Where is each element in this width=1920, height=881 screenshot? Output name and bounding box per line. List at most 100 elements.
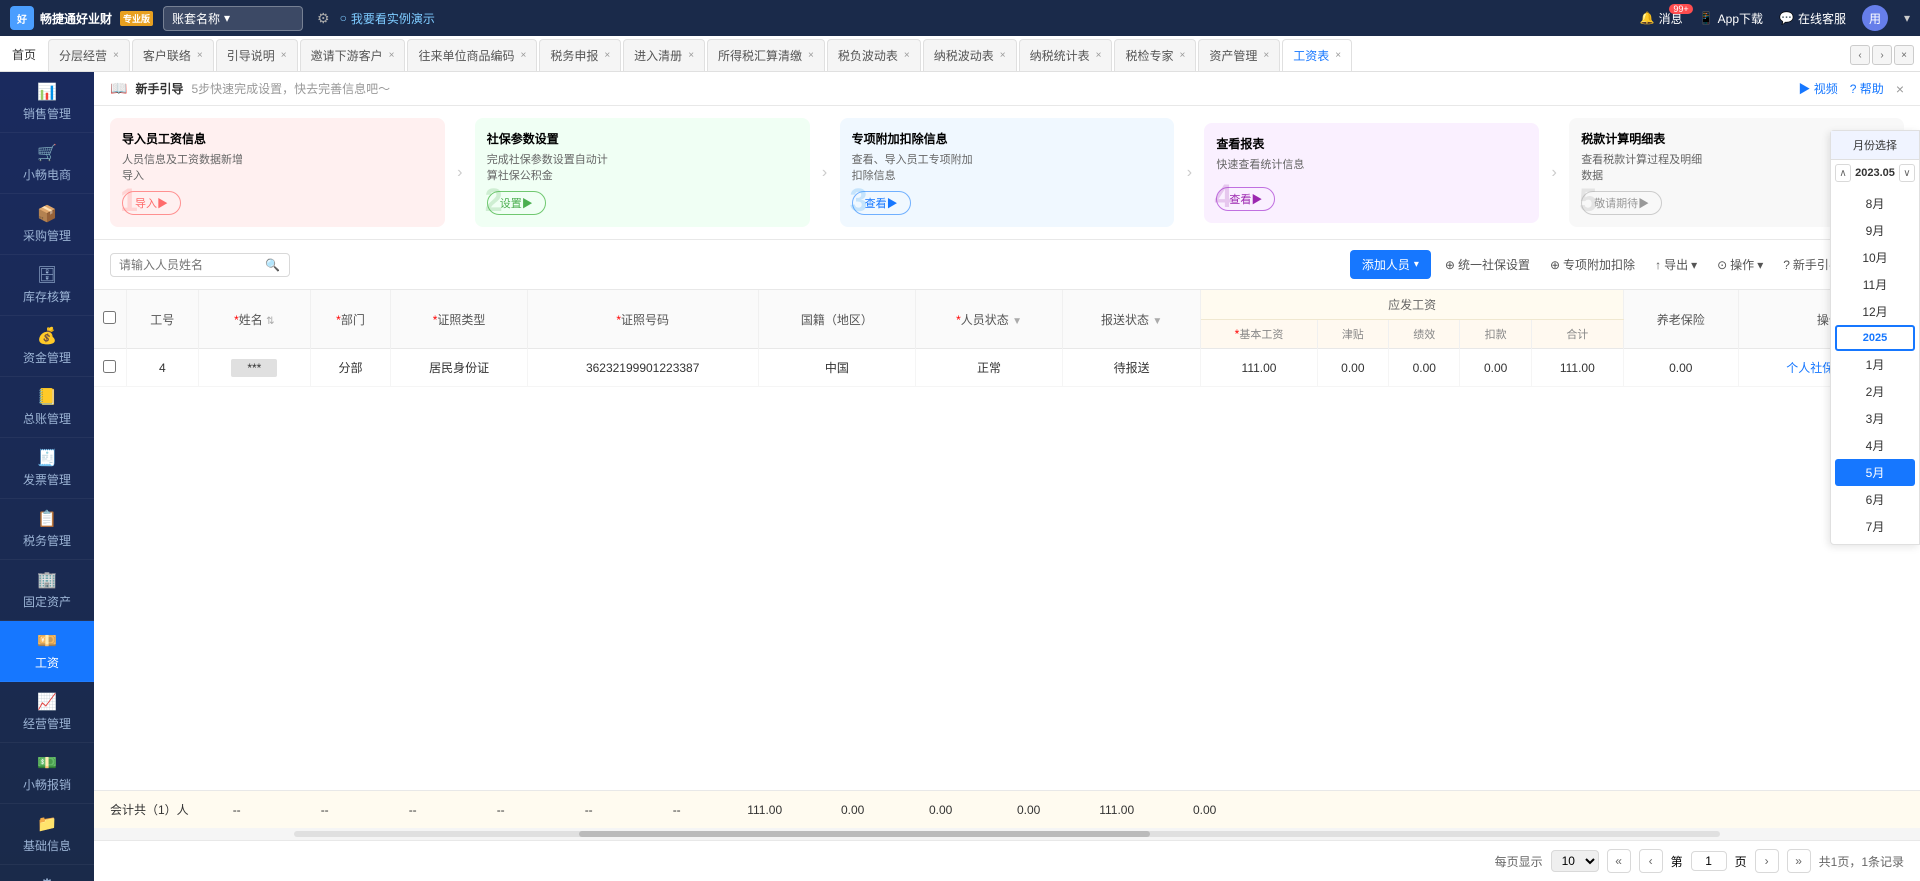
sidebar-item-固定资产[interactable]: 🏢 固定资产 [0,560,94,621]
sidebar-item-资金管理[interactable]: 💰 资金管理 [0,316,94,377]
month-8[interactable]: 8月 [1835,190,1915,217]
settings-icon[interactable]: ⚙ [317,10,330,27]
report-filter-icon[interactable]: ▼ [1152,316,1162,327]
sidebar-item-系统管理[interactable]: ⚙ 系统管理 [0,865,94,881]
close-tab-纳税统计[interactable]: × [1096,40,1102,72]
close-tab-所得税[interactable]: × [808,40,814,72]
month-12[interactable]: 12月 [1835,298,1915,325]
horizontal-scrollbar[interactable] [94,828,1920,840]
table-body: 4 *** 分部 居民身份证 36232199901223387 中国 正常 待… [94,349,1920,387]
sidebar-item-经营管理[interactable]: 📈 经营管理 [0,682,94,743]
tab-home[interactable]: 首页 [0,39,48,71]
close-tab-进入清册[interactable]: × [688,40,694,72]
close-tab-分层经营[interactable]: × [113,40,119,72]
tab-close-all-btn[interactable]: × [1894,45,1914,65]
search-icon[interactable]: 🔍 [265,258,280,272]
close-tab-税务申报[interactable]: × [604,40,610,72]
tab-next-btn[interactable]: › [1872,45,1892,65]
month-next-btn[interactable]: ∨ [1899,164,1915,182]
prev-page-btn[interactable]: ‹ [1639,849,1663,873]
avatar[interactable]: 用 [1862,5,1888,31]
month-3[interactable]: 3月 [1835,405,1915,432]
tool-special-deduction[interactable]: ⊕ 专项附加扣除 [1544,252,1641,277]
month-4[interactable]: 4月 [1835,432,1915,459]
close-tab-纳税波动[interactable]: × [1000,40,1006,72]
sidebar-item-库存核算[interactable]: 🗄 库存核算 [0,255,94,316]
sidebar-item-总账管理[interactable]: 📒 总账管理 [0,377,94,438]
app-download-link[interactable]: 📱 App下载 [1699,10,1763,27]
sub-header-performance: 绩效 [1389,320,1460,349]
name-sort-icon[interactable]: ⇅ [266,316,274,327]
sidebar-item-基础信息[interactable]: 📁 基础信息 [0,804,94,865]
sidebar-item-采购管理[interactable]: 📦 采购管理 [0,194,94,255]
sidebar-item-小畅报销[interactable]: 💵 小畅报销 [0,743,94,804]
current-page-input[interactable] [1691,851,1727,871]
tab-往来单位商品编码[interactable]: 往来单位商品编码 × [407,39,537,71]
demo-button[interactable]: ○ 我要看实例演示 [340,10,435,27]
tab-纳税波动表[interactable]: 纳税波动表 × [923,39,1017,71]
close-tab-税负[interactable]: × [904,40,910,72]
select-all-checkbox[interactable] [103,311,116,324]
demo-circle-icon: ○ [340,11,347,25]
tab-prev-btn[interactable]: ‹ [1850,45,1870,65]
guide-help-link[interactable]: ? 帮助 [1850,80,1884,97]
close-tab-引导说明[interactable]: × [281,40,287,72]
step1-desc: 人员信息及工资数据新增导入 [122,151,433,183]
tab-分层经营[interactable]: 分层经营 × [48,39,130,71]
month-2[interactable]: 2月 [1835,378,1915,405]
month-prev-btn[interactable]: ∧ [1835,164,1851,182]
tab-引导说明[interactable]: 引导说明 × [216,39,298,71]
tab-客户联络[interactable]: 客户联络 × [132,39,214,71]
row-checkbox[interactable] [103,360,116,373]
guide-close-button[interactable]: × [1896,81,1904,97]
month-7[interactable]: 7月 [1835,513,1915,540]
account-selector[interactable]: 账套名称 ▾ [163,6,303,31]
guide-video-link[interactable]: ▶ 视频 [1798,80,1837,97]
tab-邀请下游客户[interactable]: 邀请下游客户 × [300,39,406,71]
tab-税务申报[interactable]: 税务申报 × [539,39,621,71]
tool-export[interactable]: ↑ 导出 ▾ [1649,252,1703,277]
search-input[interactable] [119,258,259,272]
salary-icon: 💴 [4,631,90,651]
cell-id-type: 居民身份证 [391,349,527,387]
status-filter-icon[interactable]: ▼ [1012,316,1022,327]
month-9[interactable]: 9月 [1835,217,1915,244]
step-arrow-1: › [445,164,475,182]
per-page-select[interactable]: 10 20 50 [1551,850,1599,872]
tab-进入清册[interactable]: 进入清册 × [623,39,705,71]
month-5-active[interactable]: 5月 [1835,459,1915,486]
last-page-btn[interactable]: » [1787,849,1811,873]
close-tab-税检[interactable]: × [1179,40,1185,72]
sidebar-item-工资[interactable]: 💴 工资 [0,621,94,682]
add-person-button[interactable]: 添加人员 ▾ [1350,250,1431,279]
month-6[interactable]: 6月 [1835,486,1915,513]
sidebar-item-税务管理[interactable]: 📋 税务管理 [0,499,94,560]
tab-资产管理[interactable]: 资产管理 × [1198,39,1280,71]
first-page-btn[interactable]: « [1607,849,1631,873]
action-personal-social[interactable]: 个人社保 [1786,359,1834,376]
close-tab-邀请下游[interactable]: × [389,40,395,72]
month-10[interactable]: 10月 [1835,244,1915,271]
sidebar-item-小畅电商[interactable]: 🛒 小畅电商 [0,133,94,194]
tab-工资表[interactable]: 工资表 × [1282,39,1352,71]
notification-button[interactable]: 🔔 消息 99+ [1640,10,1683,27]
close-tab-编码[interactable]: × [520,40,526,72]
tab-税检专家[interactable]: 税检专家 × [1114,39,1196,71]
step-arrow-2: › [810,164,840,182]
tab-纳税统计表[interactable]: 纳税统计表 × [1019,39,1113,71]
tool-operations[interactable]: ⊙ 操作 ▾ [1711,252,1769,277]
close-tab-资产[interactable]: × [1263,40,1269,72]
month-11[interactable]: 11月 [1835,271,1915,298]
more-icon[interactable]: ▾ [1904,11,1910,25]
close-tab-客户联络[interactable]: × [197,40,203,72]
sidebar-item-发票管理[interactable]: 🧾 发票管理 [0,438,94,499]
top-header: 好 畅捷通好业财 专业版 账套名称 ▾ ⚙ ○ 我要看实例演示 🔔 消息 99+… [0,0,1920,36]
month-1[interactable]: 1月 [1835,351,1915,378]
online-service-link[interactable]: 💬 在线客服 [1779,10,1846,27]
tab-税负波动表[interactable]: 税负波动表 × [827,39,921,71]
tab-所得税汇算清缴[interactable]: 所得税汇算清缴 × [707,39,825,71]
tool-social-security[interactable]: ⊕ 统一社保设置 [1439,252,1536,277]
next-page-btn[interactable]: › [1755,849,1779,873]
close-tab-工资表[interactable]: × [1335,40,1341,72]
sidebar-item-销售管理[interactable]: 📊 销售管理 [0,72,94,133]
